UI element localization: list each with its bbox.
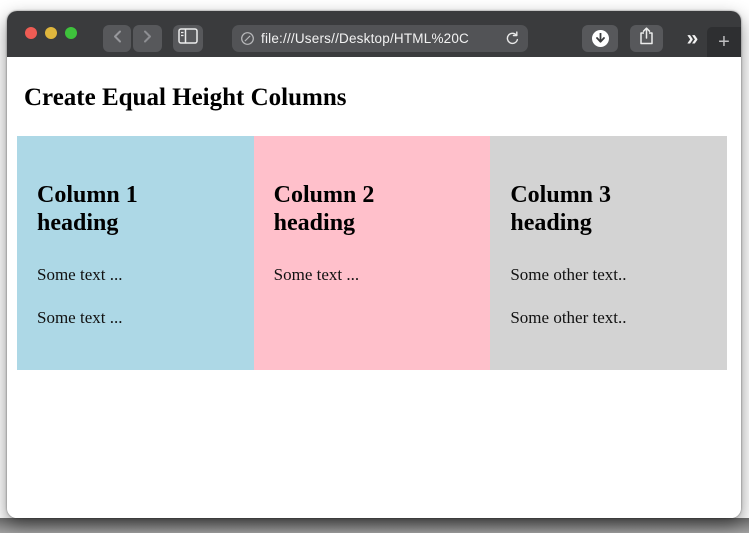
url-fade-overlay: [472, 25, 502, 52]
column-3-paragraph: Some other text..: [510, 308, 707, 328]
column-2-heading: Column 2 heading: [274, 182, 434, 237]
browser-toolbar: file:///Users//Desktop/HTML%20C: [7, 11, 741, 57]
chevron-right-icon: [143, 30, 152, 48]
column-2-paragraph: Some text ...: [274, 265, 471, 285]
reload-button[interactable]: [505, 31, 520, 46]
url-text: file:///Users//Desktop/HTML%20C: [261, 31, 501, 46]
browser-window: file:///Users//Desktop/HTML%20C: [7, 11, 741, 518]
page-title: Create Equal Height Columns: [17, 57, 727, 112]
column-1-paragraph: Some text ...: [37, 308, 234, 328]
column-2: Column 2 heading Some text ...: [254, 136, 491, 370]
downloads-button[interactable]: [582, 25, 618, 52]
close-window-button[interactable]: [25, 27, 37, 39]
column-3-heading: Column 3 heading: [510, 182, 670, 237]
chevron-left-icon: [113, 30, 122, 48]
back-button[interactable]: [103, 25, 131, 52]
forward-button[interactable]: [133, 25, 162, 52]
column-3-paragraph: Some other text..: [510, 265, 707, 285]
download-icon: [592, 30, 609, 47]
compass-icon: [240, 31, 255, 46]
toolbar-overflow-button[interactable]: »: [679, 22, 707, 56]
zoom-window-button[interactable]: [65, 27, 77, 39]
desk-shadow-band: [0, 518, 749, 533]
address-bar[interactable]: file:///Users//Desktop/HTML%20C: [232, 25, 528, 52]
sidebar-toggle-button[interactable]: [173, 25, 203, 52]
new-tab-button[interactable]: +: [707, 27, 741, 57]
column-1-paragraph: Some text ...: [37, 265, 234, 285]
equal-height-columns-container: Column 1 heading Some text ... Some text…: [17, 136, 727, 370]
page-content: Create Equal Height Columns Column 1 hea…: [7, 57, 741, 518]
column-1: Column 1 heading Some text ... Some text…: [17, 136, 254, 370]
reload-icon: [505, 31, 520, 46]
sidebar-icon: [178, 28, 198, 49]
column-3: Column 3 heading Some other text.. Some …: [490, 136, 727, 370]
minimize-window-button[interactable]: [45, 27, 57, 39]
share-icon: [639, 27, 654, 50]
column-1-heading: Column 1 heading: [37, 182, 197, 237]
share-button[interactable]: [630, 25, 663, 52]
